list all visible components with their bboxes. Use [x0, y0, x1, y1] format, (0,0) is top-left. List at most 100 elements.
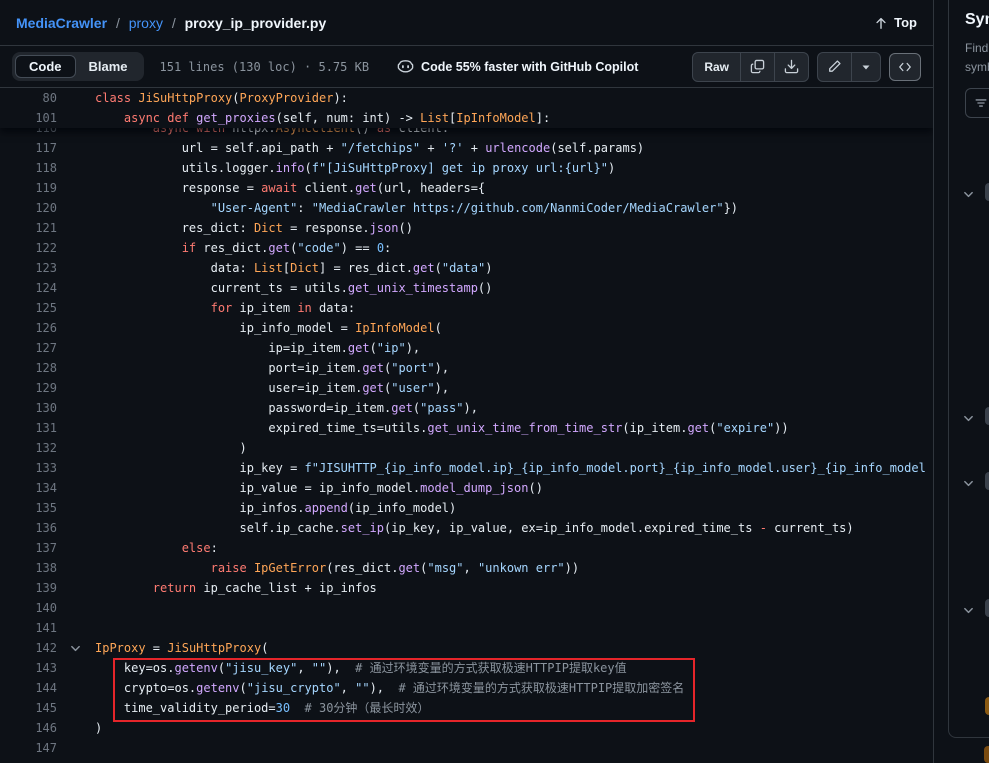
collapse-chevron-icon[interactable]: [57, 638, 95, 658]
line-number[interactable]: 136: [0, 518, 57, 538]
line-number[interactable]: 141: [0, 618, 57, 638]
breadcrumb-folder-link[interactable]: proxy: [129, 15, 163, 31]
line-gutter: [57, 258, 95, 278]
symbol-item[interactable]: [985, 407, 989, 425]
line-number[interactable]: 118: [0, 158, 57, 178]
line-number[interactable]: 142: [0, 638, 57, 658]
symbol-item[interactable]: [985, 183, 989, 201]
line-number[interactable]: 137: [0, 538, 57, 558]
line-gutter: [57, 498, 95, 518]
line-number[interactable]: 101: [0, 108, 57, 128]
line-number[interactable]: 133: [0, 458, 57, 478]
line-number[interactable]: 124: [0, 278, 57, 298]
line-gutter: [57, 518, 95, 538]
line-gutter: [57, 478, 95, 498]
raw-button[interactable]: Raw: [693, 53, 740, 81]
line-number[interactable]: 119: [0, 178, 57, 198]
line-number[interactable]: 138: [0, 558, 57, 578]
code-text: ip_value = ip_info_model.model_dump_json…: [95, 478, 933, 498]
chevron-down-icon[interactable]: [963, 187, 974, 205]
file-view: MediaCrawler / proxy / proxy_ip_provider…: [0, 0, 934, 763]
code-line: 137 else:: [0, 538, 933, 558]
code-text: ip_key = f"JISUHTTP_{ip_info_model.ip}_{…: [95, 458, 933, 478]
line-number[interactable]: 146: [0, 718, 57, 738]
code-line: 122 if res_dict.get("code") == 0:: [0, 238, 933, 258]
code-line: 127 ip=ip_item.get("ip"),: [0, 338, 933, 358]
line-number[interactable]: 130: [0, 398, 57, 418]
download-raw-button[interactable]: [774, 53, 808, 81]
breadcrumb-separator: /: [172, 15, 176, 31]
line-number[interactable]: 80: [0, 88, 57, 108]
line-number[interactable]: 131: [0, 418, 57, 438]
line-number[interactable]: 126: [0, 318, 57, 338]
symbol-item[interactable]: [985, 697, 989, 715]
line-gutter: [57, 438, 95, 458]
breadcrumb: MediaCrawler / proxy / proxy_ip_provider…: [16, 15, 326, 31]
symbol-item[interactable]: [985, 472, 989, 490]
code-line: 117 url = self.api_path + "/fetchips" + …: [0, 138, 933, 158]
line-number[interactable]: 121: [0, 218, 57, 238]
line-gutter: [57, 298, 95, 318]
line-number[interactable]: 134: [0, 478, 57, 498]
chevron-down-icon[interactable]: [963, 476, 974, 494]
code-line: 123 data: List[Dict] = res_dict.get("dat…: [0, 258, 933, 278]
code-text: raise IpGetError(res_dict.get("msg", "un…: [95, 558, 933, 578]
symbols-filter-input[interactable]: [965, 88, 989, 118]
line-number[interactable]: 135: [0, 498, 57, 518]
code-text: ip_info_model = IpInfoModel(: [95, 318, 933, 338]
line-gutter: [57, 418, 95, 438]
breadcrumb-repo-link[interactable]: MediaCrawler: [16, 15, 107, 31]
line-number[interactable]: 127: [0, 338, 57, 358]
line-number[interactable]: 117: [0, 138, 57, 158]
line-gutter: [57, 618, 95, 638]
symbol-item[interactable]: [984, 746, 989, 763]
line-number[interactable]: 145: [0, 698, 57, 718]
line-number[interactable]: 147: [0, 738, 57, 758]
back-to-top-button[interactable]: Top: [874, 15, 917, 30]
tab-blame[interactable]: Blame: [76, 55, 141, 78]
line-gutter: [57, 598, 95, 618]
line-number[interactable]: 140: [0, 598, 57, 618]
line-gutter: [57, 138, 95, 158]
code-text: "User-Agent": "MediaCrawler https://gith…: [95, 198, 933, 218]
code-line: 136 self.ip_cache.set_ip(ip_key, ip_valu…: [0, 518, 933, 538]
line-gutter: [57, 88, 95, 108]
line-gutter: [57, 158, 95, 178]
edit-dropdown-button[interactable]: [851, 53, 880, 81]
code-line: 130 password=ip_item.get("pass"),: [0, 398, 933, 418]
breadcrumb-filename: proxy_ip_provider.py: [185, 15, 327, 31]
code-text: ip_infos.append(ip_info_model): [95, 498, 933, 518]
file-meta: 151 lines (130 loc) · 5.75 KB: [160, 60, 370, 74]
code-text: class JiSuHttpProxy(ProxyProvider):: [95, 88, 933, 108]
line-gutter: [57, 578, 95, 598]
line-gutter: [57, 108, 95, 128]
edit-file-button[interactable]: [818, 53, 851, 81]
code-text: expired_time_ts=utils.get_unix_time_from…: [95, 418, 933, 438]
tab-code[interactable]: Code: [15, 55, 76, 78]
code-text: for ip_item in data:: [95, 298, 933, 318]
chevron-down-icon[interactable]: [963, 603, 974, 621]
line-number[interactable]: 129: [0, 378, 57, 398]
line-number[interactable]: 128: [0, 358, 57, 378]
symbols-toggle-button[interactable]: [889, 53, 921, 81]
code-line: 134 ip_value = ip_info_model.model_dump_…: [0, 478, 933, 498]
line-gutter: [57, 238, 95, 258]
line-number[interactable]: 123: [0, 258, 57, 278]
caret-down-icon: [861, 62, 871, 72]
line-number[interactable]: 120: [0, 198, 57, 218]
line-number[interactable]: 125: [0, 298, 57, 318]
line-number[interactable]: 139: [0, 578, 57, 598]
code-line: 138 raise IpGetError(res_dict.get("msg",…: [0, 558, 933, 578]
back-to-top-label: Top: [894, 15, 917, 30]
edit-actions-group: [817, 52, 881, 82]
symbols-panel: Symbols Find definitions and references …: [948, 0, 989, 738]
line-number[interactable]: 144: [0, 678, 57, 698]
copy-raw-button[interactable]: [740, 53, 774, 81]
line-number[interactable]: 122: [0, 238, 57, 258]
line-number[interactable]: 143: [0, 658, 57, 678]
symbol-item[interactable]: [985, 599, 989, 617]
code-line: 141: [0, 618, 933, 638]
line-number[interactable]: 132: [0, 438, 57, 458]
chevron-down-icon[interactable]: [963, 411, 974, 429]
code-line: 140: [0, 598, 933, 618]
